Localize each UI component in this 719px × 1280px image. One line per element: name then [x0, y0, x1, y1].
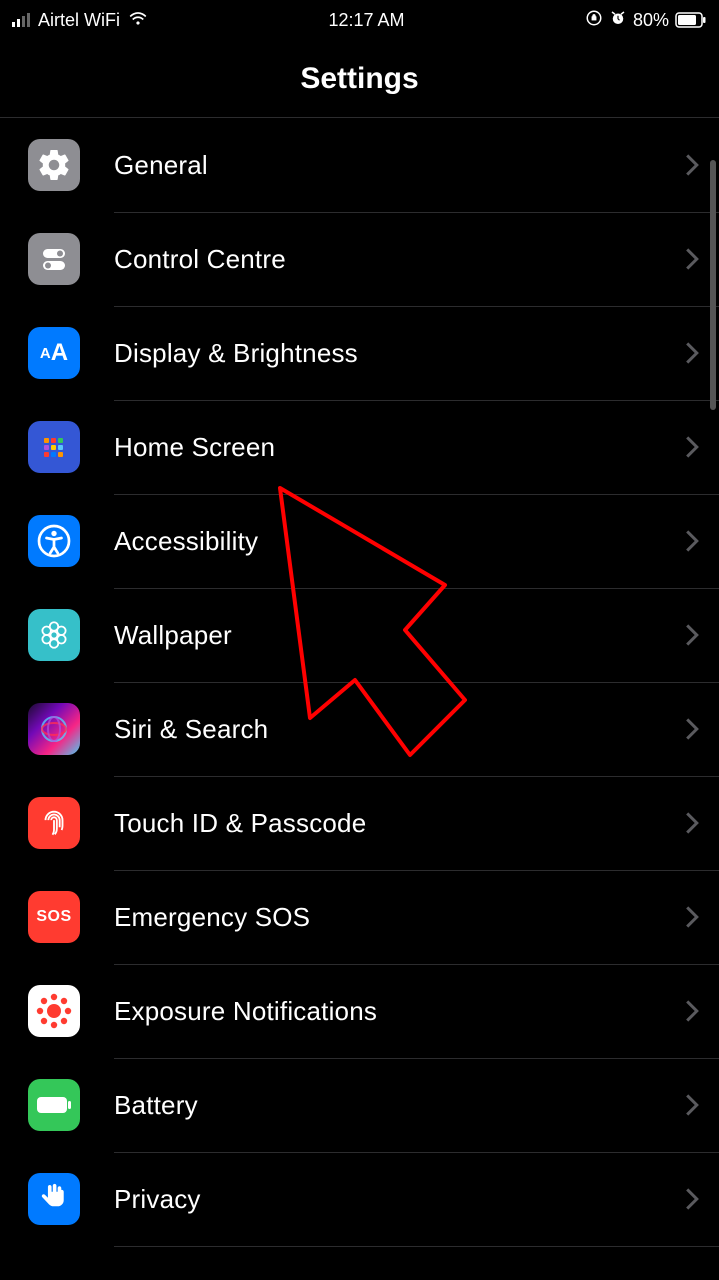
wifi-icon: [128, 8, 148, 33]
row-emergency-sos[interactable]: SOS Emergency SOS: [0, 870, 719, 964]
chevron-right-icon: [683, 247, 701, 271]
bottom-bar: [0, 1250, 719, 1280]
chevron-right-icon: [683, 1093, 701, 1117]
row-label: Home Screen: [114, 432, 683, 463]
row-wallpaper[interactable]: Wallpaper: [0, 588, 719, 682]
chevron-right-icon: [683, 999, 701, 1023]
chevron-right-icon: [683, 529, 701, 553]
row-touch-id-passcode[interactable]: Touch ID & Passcode: [0, 776, 719, 870]
chevron-right-icon: [683, 153, 701, 177]
alarm-icon: [609, 9, 627, 32]
text-size-icon: AA: [28, 327, 80, 379]
row-display-brightness[interactable]: AA Display & Brightness: [0, 306, 719, 400]
battery-full-icon: [28, 1079, 80, 1131]
flower-icon: [28, 609, 80, 661]
row-label: General: [114, 150, 683, 181]
status-bar: Airtel WiFi 12:17 AM 80%: [0, 0, 719, 40]
row-accessibility[interactable]: Accessibility: [0, 494, 719, 588]
row-label: Siri & Search: [114, 714, 683, 745]
row-privacy[interactable]: Privacy: [0, 1152, 719, 1246]
chevron-right-icon: [683, 811, 701, 835]
row-label: Exposure Notifications: [114, 996, 683, 1027]
row-label: Emergency SOS: [114, 902, 683, 933]
fingerprint-icon: [28, 797, 80, 849]
row-general[interactable]: General: [0, 118, 719, 212]
sos-icon: SOS: [28, 891, 80, 943]
row-label: Accessibility: [114, 526, 683, 557]
toggles-icon: [28, 233, 80, 285]
page-title: Settings: [300, 62, 418, 96]
navigation-header: Settings: [0, 40, 719, 118]
row-label: Privacy: [114, 1184, 683, 1215]
accessibility-icon: [28, 515, 80, 567]
chevron-right-icon: [683, 435, 701, 459]
row-control-centre[interactable]: Control Centre: [0, 212, 719, 306]
orientation-lock-icon: [585, 9, 603, 32]
row-label: Battery: [114, 1090, 683, 1121]
exposure-icon: [28, 985, 80, 1037]
chevron-right-icon: [683, 1187, 701, 1211]
hand-icon: [28, 1173, 80, 1225]
row-home-screen[interactable]: Home Screen: [0, 400, 719, 494]
row-label: Control Centre: [114, 244, 683, 275]
settings-list: General Control Centre AA Display & Brig…: [0, 118, 719, 1246]
siri-icon: [28, 703, 80, 755]
home-screen-icon: [28, 421, 80, 473]
row-siri-search[interactable]: Siri & Search: [0, 682, 719, 776]
clock-label: 12:17 AM: [328, 10, 404, 31]
chevron-right-icon: [683, 905, 701, 929]
row-label: Wallpaper: [114, 620, 683, 651]
carrier-label: Airtel WiFi: [38, 10, 120, 31]
row-exposure-notifications[interactable]: Exposure Notifications: [0, 964, 719, 1058]
gear-icon: [28, 139, 80, 191]
battery-percent-label: 80%: [633, 10, 669, 31]
row-label: Touch ID & Passcode: [114, 808, 683, 839]
battery-icon: [675, 12, 707, 28]
row-battery[interactable]: Battery: [0, 1058, 719, 1152]
chevron-right-icon: [683, 717, 701, 741]
chevron-right-icon: [683, 341, 701, 365]
scrollbar[interactable]: [710, 160, 716, 410]
cellular-signal-icon: [12, 13, 30, 27]
row-label: Display & Brightness: [114, 338, 683, 369]
chevron-right-icon: [683, 623, 701, 647]
